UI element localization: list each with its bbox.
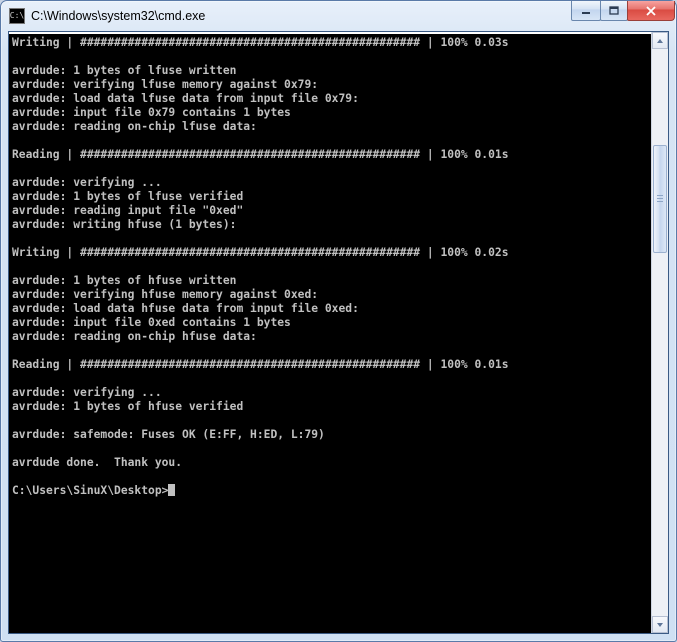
terminal-line: avrdude: reading on-chip lfuse data: xyxy=(12,120,651,134)
terminal-line xyxy=(12,470,651,484)
terminal-line: avrdude done. Thank you. xyxy=(12,456,651,470)
terminal-prompt: C:\Users\SinuX\Desktop> xyxy=(12,484,168,498)
terminal-line: avrdude: reading on-chip hfuse data: xyxy=(12,330,651,344)
terminal-line: Writing | ##############################… xyxy=(12,36,651,50)
terminal-line: avrdude: verifying lfuse memory against … xyxy=(12,78,651,92)
terminal-line: Writing | ##############################… xyxy=(12,246,651,260)
client-area: Writing | ##############################… xyxy=(8,31,669,634)
minimize-button[interactable] xyxy=(571,1,601,21)
terminal-line: avrdude: verifying ... xyxy=(12,176,651,190)
maximize-button[interactable] xyxy=(600,1,628,21)
terminal-caret xyxy=(168,484,175,496)
cmd-window: C:\ C:\Windows\system32\cmd.exe Writing … xyxy=(0,0,677,642)
terminal-line: Reading | ##############################… xyxy=(12,358,651,372)
terminal-line: avrdude: 1 bytes of lfuse verified xyxy=(12,190,651,204)
window-title: C:\Windows\system32\cmd.exe xyxy=(31,9,572,23)
scroll-up-button[interactable] xyxy=(652,32,668,49)
terminal-line xyxy=(12,344,651,358)
chevron-up-icon xyxy=(656,37,664,45)
terminal-line xyxy=(12,162,651,176)
terminal-line: avrdude: writing hfuse (1 bytes): xyxy=(12,218,651,232)
terminal-line: avrdude: verifying hfuse memory against … xyxy=(12,288,651,302)
cmd-icon: C:\ xyxy=(9,8,25,24)
maximize-icon xyxy=(609,6,619,16)
terminal-prompt-line[interactable]: C:\Users\SinuX\Desktop> xyxy=(12,484,651,498)
scrollbar-track[interactable] xyxy=(652,49,668,616)
minimize-icon xyxy=(581,6,591,16)
terminal-line: avrdude: input file 0xed contains 1 byte… xyxy=(12,316,651,330)
terminal-line xyxy=(12,50,651,64)
terminal-line: avrdude: load data lfuse data from input… xyxy=(12,92,651,106)
terminal-line xyxy=(12,372,651,386)
terminal-line xyxy=(12,414,651,428)
terminal-line: avrdude: 1 bytes of hfuse verified xyxy=(12,400,651,414)
terminal-line: avrdude: input file 0x79 contains 1 byte… xyxy=(12,106,651,120)
terminal-line xyxy=(12,134,651,148)
vertical-scrollbar[interactable] xyxy=(651,32,668,633)
scrollbar-thumb[interactable] xyxy=(653,145,667,253)
terminal-line: avrdude: reading input file "0xed" xyxy=(12,204,651,218)
window-controls xyxy=(572,1,675,31)
terminal-line: Reading | ##############################… xyxy=(12,148,651,162)
terminal-line xyxy=(12,260,651,274)
terminal-line: avrdude: 1 bytes of hfuse written xyxy=(12,274,651,288)
chevron-down-icon xyxy=(656,621,664,629)
titlebar[interactable]: C:\ C:\Windows\system32\cmd.exe xyxy=(1,1,676,31)
close-button[interactable] xyxy=(627,1,675,21)
terminal-line: avrdude: safemode: Fuses OK (E:FF, H:ED,… xyxy=(12,428,651,442)
terminal-line: avrdude: load data hfuse data from input… xyxy=(12,302,651,316)
terminal-line xyxy=(12,232,651,246)
terminal-line: avrdude: verifying ... xyxy=(12,386,651,400)
cmd-icon-label: C:\ xyxy=(10,12,24,20)
terminal-output[interactable]: Writing | ##############################… xyxy=(9,32,651,633)
terminal-line: avrdude: 1 bytes of lfuse written xyxy=(12,64,651,78)
close-icon xyxy=(645,6,657,16)
scroll-down-button[interactable] xyxy=(652,616,668,633)
scrollbar-grip-icon xyxy=(657,195,663,203)
terminal-line xyxy=(12,442,651,456)
